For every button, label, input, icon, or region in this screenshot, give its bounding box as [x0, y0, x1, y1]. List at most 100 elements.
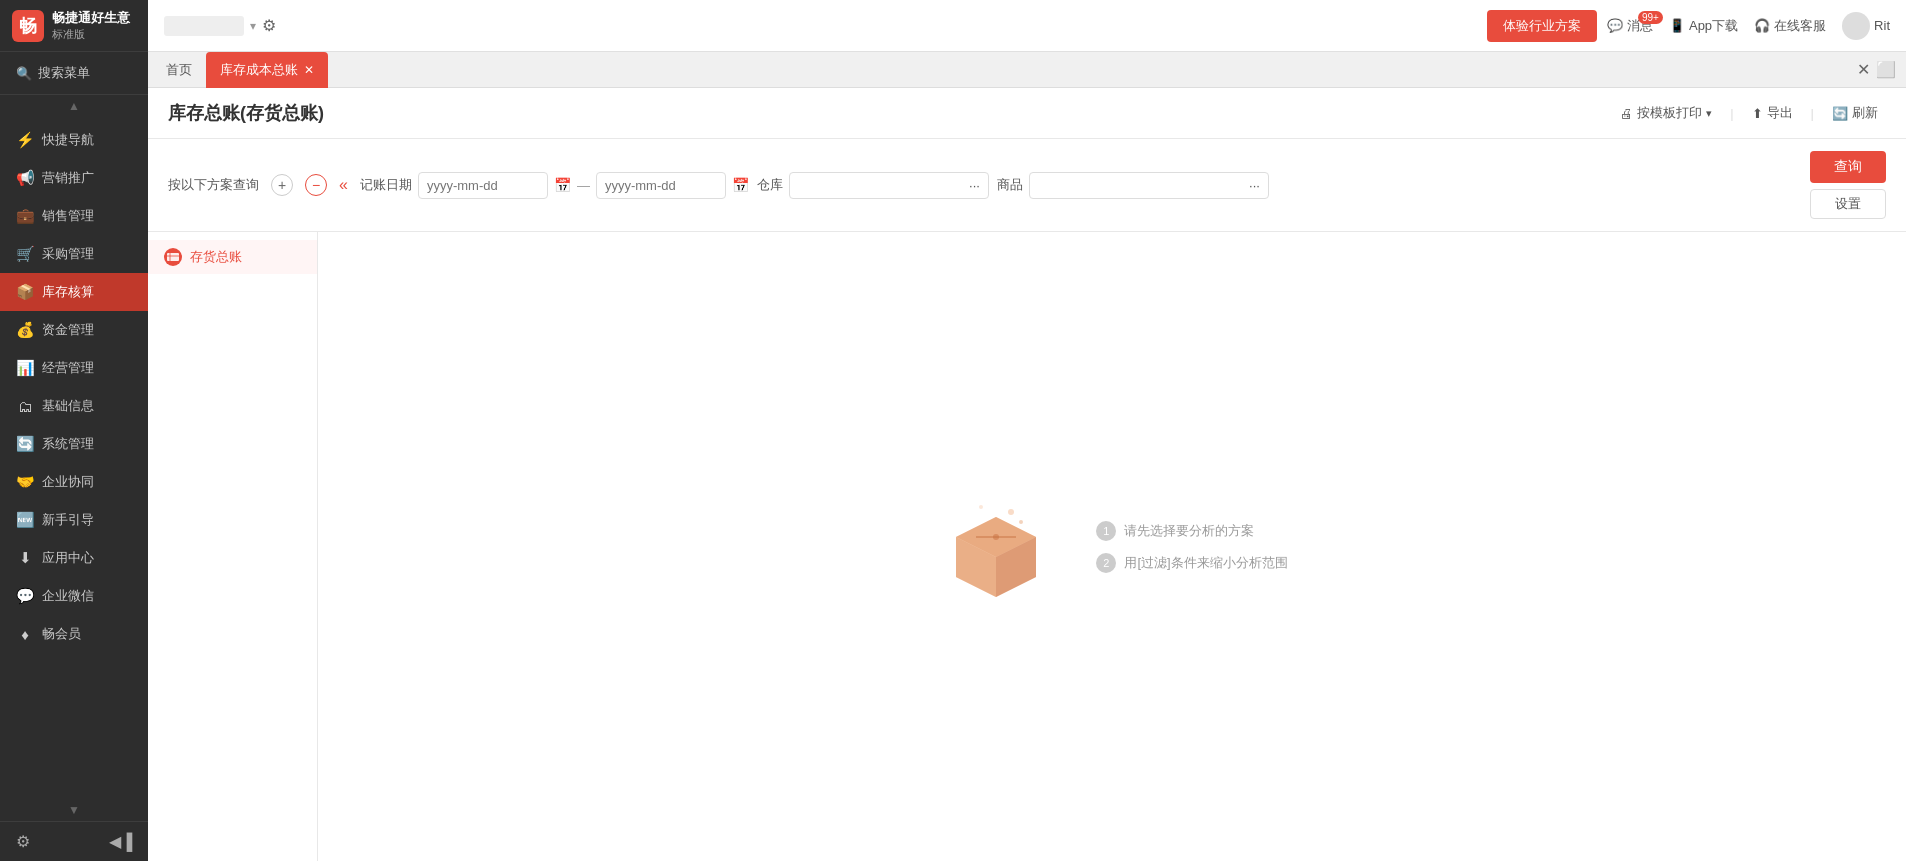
- sidebar-search[interactable]: 🔍 搜索菜单: [0, 52, 148, 95]
- tab-close-panel-icon[interactable]: ✕: [1857, 60, 1870, 79]
- empty-state: 1 请先选择要分析的方案 2 用[过滤]条件来缩小分析范围: [318, 232, 1906, 861]
- message-btn[interactable]: 💬 消息 99+: [1607, 17, 1653, 35]
- page-content: 库存总账(存货总账) 🖨 按模板打印 ▾ | ⬆ 导出 | 🔄 刷新: [148, 88, 1906, 861]
- tab-inventory-cost[interactable]: 库存成本总账 ✕: [206, 52, 328, 88]
- date-end-input[interactable]: [596, 172, 726, 199]
- print-icon: 🖨: [1620, 106, 1633, 121]
- enterprise-icon: 🤝: [16, 473, 34, 491]
- filter-add-btn[interactable]: +: [271, 174, 293, 196]
- footer-collapse-btn[interactable]: ◀▐: [109, 832, 132, 851]
- sidebar-item-finance[interactable]: 💰 资金管理: [0, 311, 148, 349]
- empty-step-2: 2 用[过滤]条件来缩小分析范围: [1096, 553, 1287, 573]
- system-icon: 🔄: [16, 435, 34, 453]
- purchase-icon: 🛒: [16, 245, 34, 263]
- vip-label: 畅会员: [42, 625, 81, 643]
- warehouse-label: 仓库: [757, 176, 783, 194]
- settings-btn[interactable]: 设置: [1810, 189, 1886, 219]
- sidebar-item-inventory[interactable]: 📦 库存核算: [0, 273, 148, 311]
- sales-label: 销售管理: [42, 207, 94, 225]
- tab-expand-icon[interactable]: ⬜: [1876, 60, 1896, 79]
- vip-icon: ♦: [16, 626, 34, 643]
- warehouse-more-icon: ···: [969, 178, 980, 193]
- sidebar-item-enterprise-wx[interactable]: 💬 企业微信: [0, 577, 148, 615]
- breadcrumb-home[interactable]: [164, 16, 244, 36]
- topbar-settings-icon[interactable]: ⚙: [262, 16, 276, 35]
- sidebar-item-operations[interactable]: 📊 经营管理: [0, 349, 148, 387]
- sidebar-item-quick-nav[interactable]: ⚡ 快捷导航: [0, 121, 148, 159]
- inventory-label: 库存核算: [42, 283, 94, 301]
- tabbar: 首页 库存成本总账 ✕ ✕ ⬜: [148, 52, 1906, 88]
- filter-goods-field: 商品 ···: [997, 172, 1269, 199]
- trial-btn[interactable]: 体验行业方案: [1487, 10, 1597, 42]
- operations-label: 经营管理: [42, 359, 94, 377]
- sidebar-item-sales[interactable]: 💼 销售管理: [0, 197, 148, 235]
- app-logo-text: 畅捷通好生意 标准版: [52, 10, 130, 41]
- refresh-btn[interactable]: 🔄 刷新: [1824, 100, 1886, 126]
- scroll-down-arrow[interactable]: ▼: [0, 799, 148, 821]
- sidebar-item-purchase[interactable]: 🛒 采购管理: [0, 235, 148, 273]
- sidebar-item-basic-info[interactable]: 🗂 基础信息: [0, 387, 148, 425]
- refresh-icon: 🔄: [1832, 106, 1848, 121]
- user-info[interactable]: Rit: [1842, 12, 1890, 40]
- sidebar-item-guide[interactable]: 🆕 新手引导: [0, 501, 148, 539]
- tab-home-label: 首页: [166, 61, 192, 79]
- footer-settings-btn[interactable]: ⚙: [16, 832, 30, 851]
- inventory-scheme-svg: [166, 250, 180, 264]
- empty-state-text: 1 请先选择要分析的方案 2 用[过滤]条件来缩小分析范围: [1096, 521, 1287, 573]
- page-title: 库存总账(存货总账): [168, 101, 324, 137]
- export-btn[interactable]: ⬆ 导出: [1744, 100, 1801, 126]
- step-1-text: 请先选择要分析的方案: [1124, 522, 1254, 540]
- sidebar-item-enterprise[interactable]: 🤝 企业协同: [0, 463, 148, 501]
- app-logo-icon: 畅: [12, 10, 44, 42]
- enterprise-label: 企业协同: [42, 473, 94, 491]
- avatar: [1842, 12, 1870, 40]
- tab-home[interactable]: 首页: [152, 52, 206, 88]
- page-header: 库存总账(存货总账) 🖨 按模板打印 ▾ | ⬆ 导出 | 🔄 刷新: [148, 88, 1906, 139]
- search-menu-btn[interactable]: 🔍 搜索菜单: [10, 60, 138, 86]
- sidebar: 畅 畅捷通好生意 标准版 🔍 搜索菜单 ▲ ⚡ 快捷导航 📢 营销推广 💼 销售…: [0, 0, 148, 861]
- date-start-input[interactable]: [418, 172, 548, 199]
- warehouse-select[interactable]: ···: [789, 172, 989, 199]
- goods-more-icon: ···: [1249, 178, 1260, 193]
- finance-label: 资金管理: [42, 321, 94, 339]
- sidebar-item-app-center[interactable]: ⬇ 应用中心: [0, 539, 148, 577]
- action-divider-2: |: [1811, 106, 1814, 121]
- print-arrow-icon: ▾: [1706, 107, 1712, 120]
- calendar-end-icon[interactable]: 📅: [732, 177, 749, 193]
- app-brand: 畅捷通好生意: [52, 10, 130, 27]
- export-label: 导出: [1767, 104, 1793, 122]
- app-download-btn[interactable]: 📱 App下载: [1669, 17, 1738, 35]
- app-edition: 标准版: [52, 27, 130, 41]
- empty-box-svg: [936, 487, 1056, 607]
- goods-select[interactable]: ···: [1029, 172, 1269, 199]
- sidebar-item-system[interactable]: 🔄 系统管理: [0, 425, 148, 463]
- content-area: 存货总账: [148, 232, 1906, 861]
- filter-actions: 查询 设置: [1810, 151, 1886, 219]
- filter-collapse-btn[interactable]: «: [339, 176, 348, 194]
- filter-remove-btn[interactable]: −: [305, 174, 327, 196]
- page-header-actions: 🖨 按模板打印 ▾ | ⬆ 导出 | 🔄 刷新: [1612, 100, 1886, 138]
- basic-info-icon: 🗂: [16, 398, 34, 415]
- calendar-start-icon[interactable]: 📅: [554, 177, 571, 193]
- headset-icon: 🎧: [1754, 18, 1770, 33]
- filter-row: 记账日期 📅 — 📅 仓库 ··· 商品: [360, 172, 1798, 199]
- svg-point-9: [1008, 509, 1014, 515]
- online-support-btn[interactable]: 🎧 在线客服: [1754, 17, 1826, 35]
- scheme-item-inventory[interactable]: 存货总账: [148, 240, 317, 274]
- action-divider-1: |: [1730, 106, 1733, 121]
- scroll-up-arrow[interactable]: ▲: [0, 95, 148, 117]
- date-dash: —: [577, 178, 590, 193]
- app-center-label: 应用中心: [42, 549, 94, 567]
- filter-warehouse-field: 仓库 ···: [757, 172, 989, 199]
- sidebar-footer: ⚙ ◀▐: [0, 821, 148, 861]
- query-btn[interactable]: 查询: [1810, 151, 1886, 183]
- tab-close-icon[interactable]: ✕: [304, 63, 314, 77]
- print-btn[interactable]: 🖨 按模板打印 ▾: [1612, 100, 1720, 126]
- filter-date-field: 记账日期 📅 — 📅: [360, 172, 749, 199]
- empty-state-inner: 1 请先选择要分析的方案 2 用[过滤]条件来缩小分析范围: [936, 487, 1287, 607]
- svg-point-10: [1019, 520, 1023, 524]
- sidebar-item-vip[interactable]: ♦ 畅会员: [0, 615, 148, 653]
- sidebar-item-marketing[interactable]: 📢 营销推广: [0, 159, 148, 197]
- svg-point-11: [979, 505, 983, 509]
- system-label: 系统管理: [42, 435, 94, 453]
